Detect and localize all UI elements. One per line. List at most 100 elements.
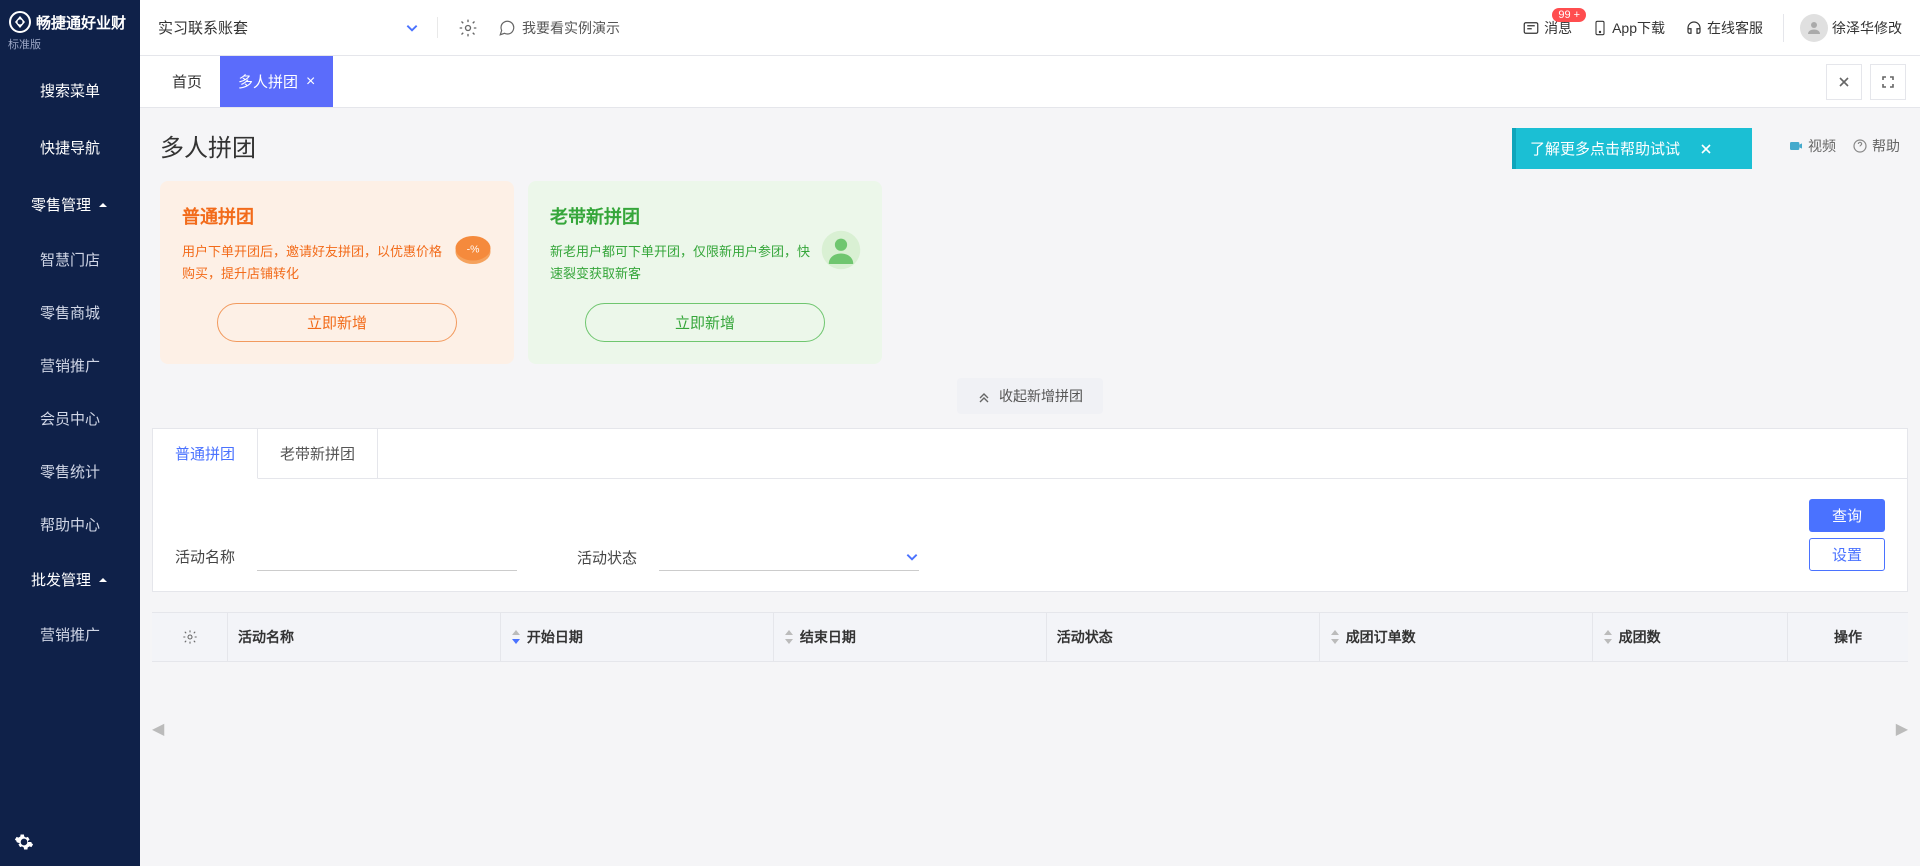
sidebar-settings[interactable] bbox=[0, 818, 140, 866]
page-title: 多人拼团 bbox=[160, 128, 256, 163]
col-actions: 操作 bbox=[1788, 613, 1908, 661]
coupon-icon: -% bbox=[452, 229, 494, 271]
close-icon[interactable]: × bbox=[306, 73, 315, 91]
col-status[interactable]: 活动状态 bbox=[1047, 613, 1320, 661]
app-download-button[interactable]: App下载 bbox=[1592, 18, 1665, 38]
chevron-down-icon bbox=[405, 21, 419, 35]
demo-link[interactable]: 我要看实例演示 bbox=[498, 18, 620, 38]
messages-badge: 99 + bbox=[1552, 8, 1586, 22]
video-label: 视频 bbox=[1808, 136, 1836, 156]
table-header: 活动名称 开始日期 结束日期 活动状态 成团订单数 bbox=[152, 612, 1908, 662]
collapse-button[interactable]: 收起新增拼团 bbox=[957, 378, 1103, 414]
account-selector[interactable]: 实习联系账套 bbox=[158, 17, 438, 38]
tab-home[interactable]: 首页 bbox=[154, 56, 220, 107]
chat-icon bbox=[498, 19, 516, 37]
col-activity-name[interactable]: 活动名称 bbox=[228, 613, 501, 661]
sort-icon bbox=[511, 630, 521, 644]
help-tip-banner: 了解更多点击帮助试试 bbox=[1512, 128, 1752, 169]
sort-icon bbox=[1330, 630, 1340, 644]
app-download-label: App下载 bbox=[1612, 18, 1665, 38]
sidebar-quicknav[interactable]: 快捷导航 bbox=[0, 119, 140, 176]
sidebar-item-stats[interactable]: 零售统计 bbox=[0, 445, 140, 498]
sort-icon bbox=[1603, 630, 1613, 644]
scroll-left-icon[interactable]: ◀ bbox=[152, 719, 164, 739]
mobile-icon bbox=[1592, 19, 1608, 37]
filter-name: 活动名称 bbox=[175, 542, 517, 571]
filter-name-input[interactable] bbox=[257, 548, 517, 564]
account-name: 实习联系账套 bbox=[158, 17, 248, 38]
card-desc: 用户下单开团后，邀请好友拼团，以优惠价格购买，提升店铺转化 bbox=[182, 241, 492, 285]
online-service-button[interactable]: 在线客服 bbox=[1685, 18, 1763, 38]
chevron-up-double-icon bbox=[977, 389, 991, 403]
brand-name: 畅捷通好业财 bbox=[36, 12, 126, 33]
scroll-right-icon[interactable]: ▶ bbox=[1896, 719, 1908, 739]
tabs-fullscreen[interactable] bbox=[1870, 64, 1906, 100]
sidebar-group-label: 批发管理 bbox=[31, 569, 91, 590]
filter-status-select[interactable] bbox=[659, 544, 919, 571]
tab-label: 多人拼团 bbox=[238, 71, 298, 92]
sidebar-search[interactable]: 搜索菜单 bbox=[0, 62, 140, 119]
svg-text:-%: -% bbox=[467, 244, 480, 256]
brand-area: 畅捷通好业财 标准版 bbox=[0, 0, 140, 62]
video-link[interactable]: 视频 bbox=[1788, 136, 1836, 156]
card-desc: 新老用户都可下单开团，仅限新用户参团，快速裂变获取新客 bbox=[550, 241, 860, 285]
card-add-button[interactable]: 立即新增 bbox=[217, 303, 457, 342]
filter-status: 活动状态 bbox=[577, 544, 919, 571]
card-title: 老带新拼团 bbox=[550, 203, 860, 229]
message-icon bbox=[1522, 19, 1540, 37]
tabs-close-all[interactable] bbox=[1826, 64, 1862, 100]
online-service-label: 在线客服 bbox=[1707, 18, 1763, 38]
sidebar-group-label: 零售管理 bbox=[31, 194, 91, 215]
chevron-up-icon bbox=[97, 199, 109, 211]
sidebar-item-member[interactable]: 会员中心 bbox=[0, 392, 140, 445]
col-start-date[interactable]: 开始日期 bbox=[501, 613, 774, 661]
user-name: 徐泽华修改 bbox=[1832, 18, 1902, 38]
chevron-up-icon bbox=[97, 574, 109, 586]
headset-icon bbox=[1685, 19, 1703, 37]
card-add-button[interactable]: 立即新增 bbox=[585, 303, 825, 342]
help-link[interactable]: 帮助 bbox=[1852, 136, 1900, 156]
demo-label: 我要看实例演示 bbox=[522, 18, 620, 38]
card-referral-group: 老带新拼团 新老用户都可下单开团，仅限新用户参团，快速裂变获取新客 立即新增 bbox=[528, 181, 882, 364]
messages-button[interactable]: 消息 99 + bbox=[1522, 18, 1572, 38]
user-menu[interactable]: 徐泽华修改 bbox=[1783, 14, 1902, 42]
person-icon bbox=[820, 229, 862, 271]
sidebar-group-wholesale[interactable]: 批发管理 bbox=[0, 551, 140, 608]
tabs-row: 首页 多人拼团 × bbox=[140, 56, 1920, 108]
collapse-label: 收起新增拼团 bbox=[999, 386, 1083, 406]
help-label: 帮助 bbox=[1872, 136, 1900, 156]
video-icon bbox=[1788, 138, 1804, 154]
card-normal-group: 普通拼团 用户下单开团后，邀请好友拼团，以优惠价格购买，提升店铺转化 -% 立即… bbox=[160, 181, 514, 364]
sidebar-item-mall[interactable]: 零售商城 bbox=[0, 286, 140, 339]
horizontal-scrollbar[interactable]: ◀ ▶ bbox=[152, 722, 1908, 736]
sidebar-item-wholesale-marketing[interactable]: 营销推广 bbox=[0, 608, 140, 661]
gear-icon bbox=[14, 832, 126, 852]
chevron-down-icon bbox=[905, 550, 919, 564]
tab-groupbuy[interactable]: 多人拼团 × bbox=[220, 56, 333, 107]
tip-text: 了解更多点击帮助试试 bbox=[1530, 138, 1680, 159]
sort-icon bbox=[784, 630, 794, 644]
col-order-count[interactable]: 成团订单数 bbox=[1320, 613, 1593, 661]
panel-tab-normal[interactable]: 普通拼团 bbox=[153, 429, 258, 479]
avatar-icon bbox=[1800, 14, 1828, 42]
tip-close-icon[interactable] bbox=[1700, 143, 1712, 155]
panel-tab-referral[interactable]: 老带新拼团 bbox=[258, 429, 378, 478]
help-icon bbox=[1852, 138, 1868, 154]
topbar: 实习联系账套 我要看实例演示 bbox=[140, 0, 1920, 56]
sidebar-item-help[interactable]: 帮助中心 bbox=[0, 498, 140, 551]
filter-status-label: 活动状态 bbox=[577, 547, 647, 568]
sidebar-item-marketing[interactable]: 营销推广 bbox=[0, 339, 140, 392]
table-config-button[interactable] bbox=[152, 613, 228, 661]
query-button[interactable]: 查询 bbox=[1809, 499, 1885, 532]
brand-logo-icon bbox=[8, 10, 32, 34]
sidebar-item-smartstore[interactable]: 智慧门店 bbox=[0, 233, 140, 286]
topbar-settings[interactable] bbox=[458, 18, 478, 38]
brand-edition: 标准版 bbox=[8, 36, 132, 52]
sidebar: 畅捷通好业财 标准版 搜索菜单 快捷导航 零售管理 智慧门店 零售商城 营销推广… bbox=[0, 0, 140, 866]
filter-name-label: 活动名称 bbox=[175, 546, 245, 567]
sidebar-group-retail[interactable]: 零售管理 bbox=[0, 176, 140, 233]
settings-button[interactable]: 设置 bbox=[1809, 538, 1885, 571]
card-title: 普通拼团 bbox=[182, 203, 492, 229]
col-end-date[interactable]: 结束日期 bbox=[774, 613, 1047, 661]
col-group-count[interactable]: 成团数 bbox=[1593, 613, 1788, 661]
